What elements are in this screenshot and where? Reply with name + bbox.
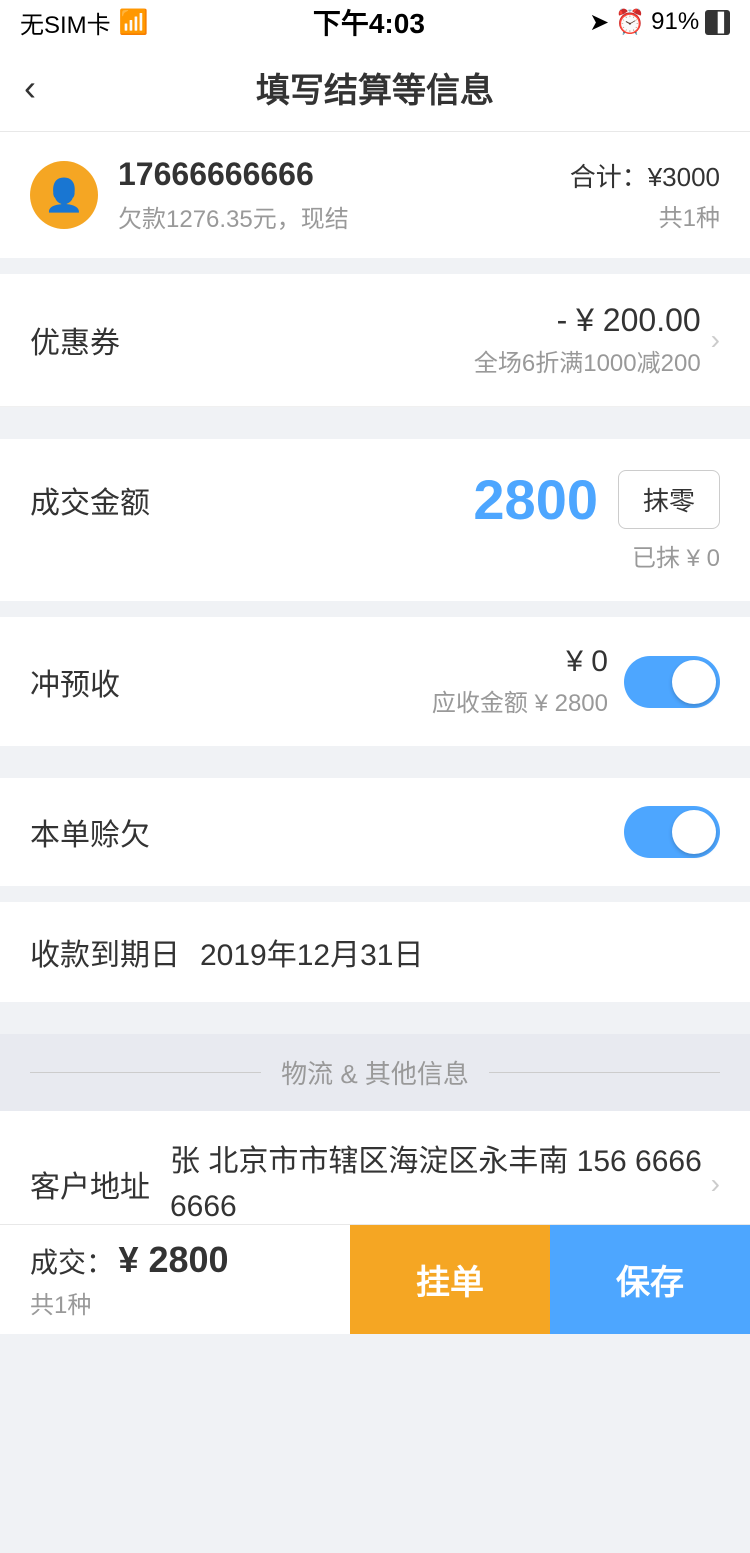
back-button[interactable]: ‹ — [24, 67, 36, 109]
duedate-label: 收款到期日 — [30, 930, 180, 974]
battery-icon: ▐ — [705, 10, 730, 35]
content-area: 👤 17666666666 欠款1276.35元，现结 合计：¥3000 共1种… — [0, 132, 750, 1553]
section-divider-2 — [0, 762, 750, 778]
duedate-value: 2019年12月31日 — [200, 930, 423, 974]
total-label: 合计：¥3000 — [570, 157, 720, 194]
address-chevron-icon: › — [711, 1168, 720, 1200]
section-divider-1 — [0, 423, 750, 439]
section-divider-3 — [0, 1018, 750, 1034]
toggle-thumb — [672, 660, 716, 704]
amount-section: 成交金额 2800 抹零 已抹 ¥ 0 — [0, 439, 750, 601]
credit-label: 本单赊欠 — [30, 810, 150, 854]
bottom-info: 成交： ¥ 2800 共1种 — [0, 1225, 350, 1334]
save-button[interactable]: 保存 — [550, 1225, 750, 1334]
address-label: 客户地址 — [30, 1162, 150, 1206]
credit-section: 本单赊欠 — [0, 778, 750, 886]
bottom-deal-value: ¥ 2800 — [118, 1239, 228, 1280]
page-title: 填写结算等信息 — [256, 63, 494, 112]
duedate-section: 收款到期日 2019年12月31日 — [0, 902, 750, 1002]
amount-sub-text: 已抹 ¥ 0 — [30, 538, 720, 573]
customer-phone: 17666666666 — [118, 156, 349, 193]
wifi-icon: 📶 — [119, 8, 149, 37]
bottom-deal-label: 成交： — [30, 1247, 114, 1278]
avatar: 👤 — [30, 161, 98, 229]
separator-label-section: 物流 & 其他信息 — [0, 1034, 750, 1111]
precollect-sub: 应收金额 ¥ 2800 — [432, 683, 608, 718]
coupon-chevron-icon: › — [711, 324, 720, 356]
precollect-toggle[interactable] — [624, 656, 720, 708]
avatar-icon: 👤 — [44, 176, 84, 214]
address-value: 张 北京市市辖区海淀区永丰南 156 6666 6666 — [170, 1139, 711, 1229]
credit-toggle-thumb — [672, 810, 716, 854]
separator-text: 物流 & 其他信息 — [261, 1054, 489, 1091]
coupon-label: 优惠券 — [30, 318, 120, 362]
customer-sub-text: 欠款1276.35元，现结 — [118, 199, 349, 234]
alarm-icon: ⏰ — [615, 8, 645, 37]
amount-label: 成交金额 — [30, 478, 150, 522]
precollect-value: ¥ 0 — [432, 645, 608, 679]
time-display: 下午4:03 — [313, 2, 425, 42]
carrier-text: 无SIM卡 — [20, 5, 111, 40]
bottom-bar: 成交： ¥ 2800 共1种 挂单 保存 — [0, 1224, 750, 1334]
separator-line-right — [489, 1072, 720, 1073]
battery-indicator: 91% — [651, 8, 699, 36]
bottom-count: 共1种 — [30, 1285, 320, 1320]
credit-toggle[interactable] — [624, 806, 720, 858]
amount-value: 2800 — [473, 467, 598, 532]
hold-button[interactable]: 挂单 — [350, 1225, 550, 1334]
precollect-label: 冲预收 — [30, 660, 120, 704]
total-count: 共1种 — [570, 198, 720, 233]
location-icon: ➤ — [589, 8, 609, 37]
coupon-row[interactable]: 优惠券 - ¥ 200.00 全场6折满1000减200 › — [0, 274, 750, 407]
coupon-discount: - ¥ 200.00 — [474, 302, 701, 339]
customer-info-card: 👤 17666666666 欠款1276.35元，现结 合计：¥3000 共1种 — [0, 132, 750, 258]
separator-line-left — [30, 1072, 261, 1073]
status-bar: 无SIM卡 📶 下午4:03 ➤ ⏰ 91% ▐ — [0, 0, 750, 44]
coupon-desc: 全场6折满1000减200 — [474, 343, 701, 378]
precollect-section: 冲预收 ¥ 0 应收金额 ¥ 2800 — [0, 617, 750, 746]
nav-bar: ‹ 填写结算等信息 — [0, 44, 750, 132]
round-button[interactable]: 抹零 — [618, 470, 720, 529]
